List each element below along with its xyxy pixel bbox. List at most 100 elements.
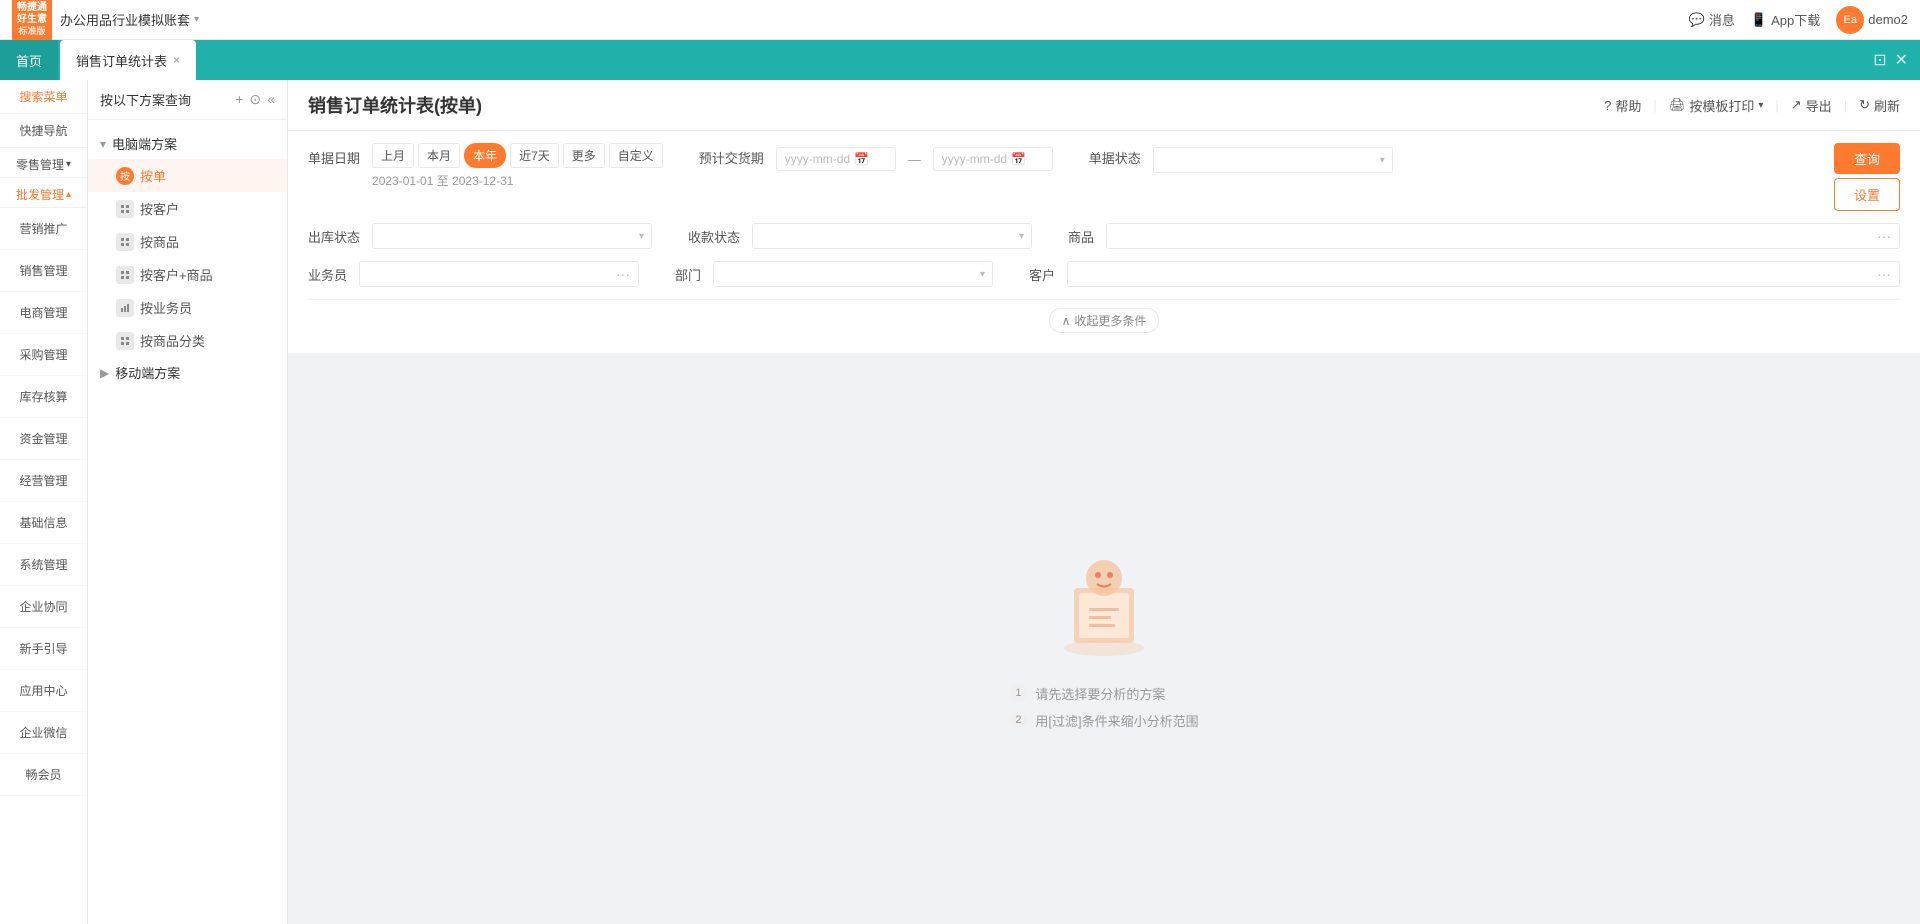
dept-select[interactable] [713,261,993,287]
date-btn-more[interactable]: 更多 [563,143,605,168]
window-restore-icon[interactable]: ⊡ [1873,50,1886,70]
expected-date-start[interactable]: yyyy-mm-dd 📅 [776,147,896,171]
calendar-end-icon: 📅 [1011,152,1026,166]
calendar-start-icon: 📅 [854,152,869,166]
window-close-icon[interactable]: ✕ [1895,50,1908,70]
tip-1-text: 请先选择要分析的方案 [1035,684,1165,703]
retail-label: 零售管理 [16,156,64,173]
tree-item-by-customer-goods[interactable]: 按客户+商品 [88,258,287,291]
user-profile[interactable]: Ea demo2 [1836,6,1908,34]
left-panel-title: 按以下方案查询 [100,90,191,109]
tree-item-by-category[interactable]: 按商品分类 [88,324,287,357]
wholesale-arrow: ▴ [66,189,71,200]
sidebar-item-wechat[interactable]: 企业微信 [0,712,87,754]
tree-section: ▾ 电脑端方案 按 按单 按客户 [88,120,287,396]
collapse-panel-btn[interactable]: « [267,91,275,108]
sidebar-item-operation[interactable]: 经营管理 [0,460,87,502]
tab-bar: 首页 销售订单统计表 × ⊡ ✕ [0,40,1920,80]
delivery-status-select[interactable] [372,223,652,249]
date-btn-last-month[interactable]: 上月 [372,143,414,168]
tree-item-by-customer[interactable]: 按客户 [88,192,287,225]
customer-input-wrapper: ··· [1067,261,1900,287]
export-btn[interactable]: ↗ 导出 [1791,96,1832,115]
salesperson-more-btn[interactable]: ··· [616,266,630,282]
sidebar-search-menu[interactable]: 搜索菜单 [0,80,87,114]
collapse-icon: ∧ [1062,314,1071,328]
tab-sales-order-stats[interactable]: 销售订单统计表 × [60,40,196,80]
sidebar-item-enterprise[interactable]: 企业协同 [0,586,87,628]
wechat-label: 企业微信 [19,724,67,741]
goods-more-btn[interactable]: ··· [1877,228,1891,244]
expected-date-end-text: yyyy-mm-dd [942,152,1007,166]
print-dropdown-icon: ▾ [1758,100,1763,111]
tab-sales-label: 销售订单统计表 [76,51,167,70]
quick-nav-label: 快捷导航 [19,124,67,138]
top-bar-left: 畅捷通 好生意 标准版 办公用品行业模拟账套 ▾ [12,0,199,40]
date-btn-this-month[interactable]: 本月 [418,143,460,168]
sidebar-item-sales[interactable]: 销售管理 [0,250,87,292]
empty-state: 1 请先选择要分析的方案 2 用[过滤]条件来缩小分析范围 [288,353,1920,924]
sidebar-item-wholesale[interactable]: 批发管理 ▴ [0,178,87,208]
sidebar-item-member[interactable]: 畅会员 [0,754,87,796]
tree-item-by-salesperson[interactable]: 按业务员 [88,291,287,324]
sidebar: 搜索菜单 快捷导航 零售管理 ▾ 批发管理 ▴ 营销推广 销售管理 电商管理 采 [0,80,88,924]
purchase-label: 采购管理 [19,346,67,363]
refresh-btn[interactable]: ↻ 刷新 [1859,96,1900,115]
inventory-label: 库存核算 [19,388,67,405]
sidebar-item-finance[interactable]: 资金管理 [0,418,87,460]
system-label: 系统管理 [19,556,67,573]
add-scheme-btn[interactable]: + [235,91,243,108]
help-btn[interactable]: ? 帮助 [1604,96,1641,115]
payment-status-select[interactable] [752,223,1032,249]
sidebar-item-inventory[interactable]: 库存核算 [0,376,87,418]
query-btn[interactable]: 查询 [1834,143,1900,174]
finance-label: 资金管理 [19,430,67,447]
app-download-btn[interactable]: 📱 App下载 [1751,10,1820,29]
date-btn-custom[interactable]: 自定义 [609,143,663,168]
status-select[interactable] [1153,147,1393,173]
tree-group-pc-header[interactable]: ▾ 电脑端方案 [88,128,287,159]
tip-2-text: 用[过滤]条件来缩小分析范围 [1035,711,1198,730]
tab-bar-right: ⊡ ✕ [1873,50,1920,70]
dept-label: 部门 [675,265,701,284]
collapse-btn[interactable]: ∧ 收起更多条件 [1049,308,1160,333]
tree-group-mobile-header[interactable]: ▶ 移动端方案 [88,357,287,388]
app-select-arrow: ▾ [194,14,199,25]
sidebar-item-purchase[interactable]: 采购管理 [0,334,87,376]
customer-more-btn[interactable]: ··· [1877,266,1891,282]
app-center-label: 应用中心 [19,682,67,699]
salesperson-label: 业务员 [308,265,347,284]
date-btn-7days[interactable]: 近7天 [510,143,559,168]
sidebar-item-ecommerce[interactable]: 电商管理 [0,292,87,334]
sidebar-item-app-center[interactable]: 应用中心 [0,670,87,712]
marketing-label: 营销推广 [19,220,67,237]
template-print-btn[interactable]: 🖨 按模板打印 ▾ [1669,96,1764,115]
tree-mobile-expand-icon: ▶ [100,366,109,380]
date-btn-this-year[interactable]: 本年 [464,143,506,168]
settings-scheme-btn[interactable]: ⊙ [249,91,261,108]
sidebar-quick-nav[interactable]: 快捷导航 [0,114,87,148]
sidebar-item-basic[interactable]: 基础信息 [0,502,87,544]
tree-item-by-order[interactable]: 按 按单 [88,159,287,192]
expected-date-end[interactable]: yyyy-mm-dd 📅 [933,147,1053,171]
tree-item-by-goods[interactable]: 按商品 [88,225,287,258]
member-label: 畅会员 [25,766,61,783]
by-customer-goods-icon [116,266,134,284]
date-separator: — [908,152,921,167]
by-goods-label: 按商品 [140,232,179,251]
expected-date-start-text: yyyy-mm-dd [785,152,850,166]
sidebar-item-system[interactable]: 系统管理 [0,544,87,586]
payment-status-label: 收款状态 [688,227,740,246]
date-group: 上月 本月 本年 近7天 更多 自定义 2023-01-01 至 2023-12… [372,143,663,189]
sidebar-item-marketing[interactable]: 营销推广 [0,208,87,250]
search-menu-label: 搜索菜单 [19,90,67,104]
sidebar-item-newbie[interactable]: 新手引导 [0,628,87,670]
sidebar-item-retail[interactable]: 零售管理 ▾ [0,148,87,178]
message-btn[interactable]: 💬 消息 [1689,10,1735,29]
retail-arrow: ▾ [66,159,71,170]
tab-close-icon[interactable]: × [173,53,180,67]
app-selector[interactable]: 办公用品行业模拟账套 ▾ [60,10,199,29]
tab-home-label: 首页 [16,51,42,70]
settings-btn[interactable]: 设置 [1834,178,1900,211]
tab-home[interactable]: 首页 [0,40,58,80]
